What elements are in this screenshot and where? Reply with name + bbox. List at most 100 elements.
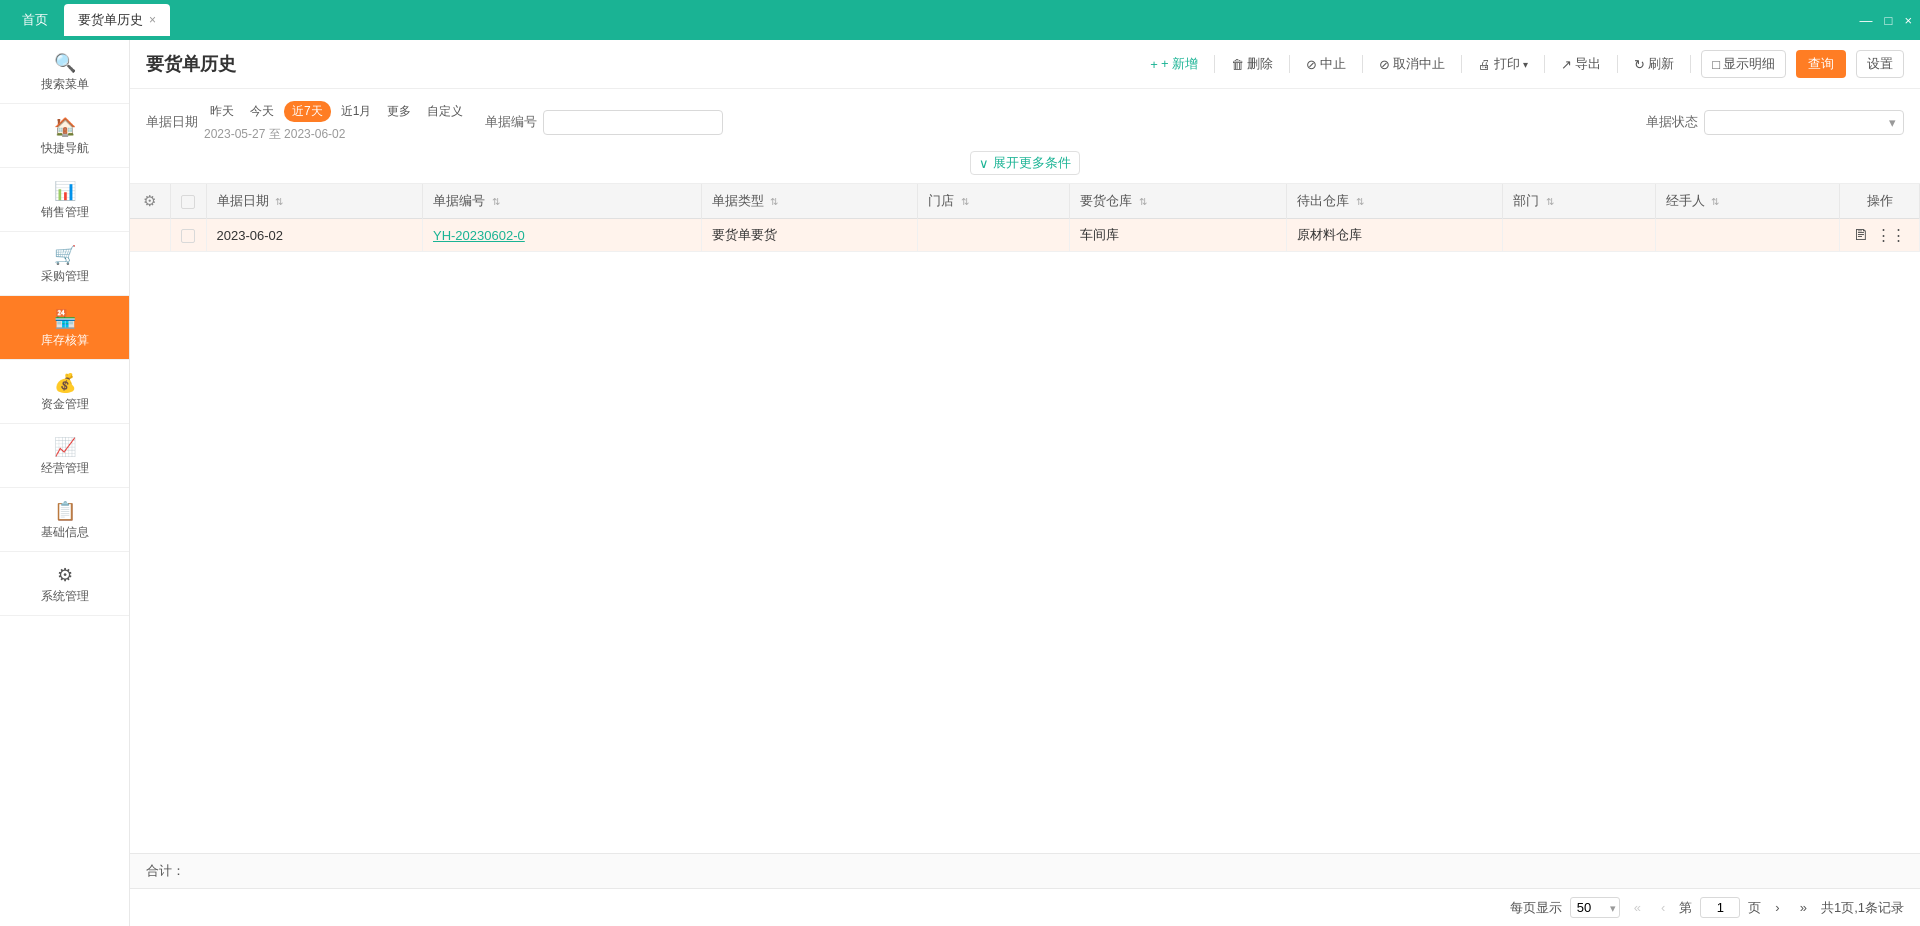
tab-close-icon[interactable]: × — [149, 13, 156, 27]
sidebar-item-purchase-label: 采购管理 — [41, 268, 89, 285]
sort-doc-type-icon[interactable]: ⇅ — [770, 196, 778, 207]
sidebar-item-operations[interactable]: 📈 经营管理 — [0, 424, 129, 488]
divider-6 — [1617, 55, 1618, 73]
sidebar-item-inventory-label: 库存核算 — [41, 332, 89, 349]
tab-bar-right-controls: — □ × — [1860, 13, 1912, 28]
date-btn-today[interactable]: 今天 — [244, 101, 280, 122]
table-row: 2023-06-02 YH-20230602-0 要货单要货 车间库 原材料仓库… — [130, 219, 1920, 252]
purchase-icon: 🛒 — [54, 246, 76, 264]
divider-1 — [1214, 55, 1215, 73]
sort-doc-no-icon[interactable]: ⇅ — [492, 196, 500, 207]
main-layout: 🔍 搜索菜单 🏠 快捷导航 📊 销售管理 🛒 采购管理 🏪 库存核算 💰 资金管… — [0, 40, 1920, 926]
stop-button[interactable]: ⊘ 中止 — [1300, 51, 1352, 77]
sidebar-item-purchase[interactable]: 🛒 采购管理 — [0, 232, 129, 296]
new-btn-label: + 新增 — [1161, 55, 1198, 73]
sidebar-item-finance[interactable]: 💰 资金管理 — [0, 360, 129, 424]
sidebar-item-basic-info-label: 基础信息 — [41, 524, 89, 541]
next-page-btn[interactable]: › — [1769, 898, 1785, 917]
docno-filter-group: 单据编号 — [485, 110, 723, 135]
column-settings-icon[interactable]: ⚙ — [143, 192, 156, 209]
row-checkbox[interactable] — [181, 229, 195, 243]
date-btn-custom[interactable]: 自定义 — [421, 101, 469, 122]
row-checkbox-cell — [170, 219, 206, 252]
prev-page-btn[interactable]: ‹ — [1655, 898, 1671, 917]
date-btn-1month[interactable]: 近1月 — [335, 101, 378, 122]
print-icon: 🖨 — [1478, 57, 1491, 72]
date-btn-7days[interactable]: 近7天 — [284, 101, 331, 122]
divider-3 — [1362, 55, 1363, 73]
sidebar-item-sales[interactable]: 📊 销售管理 — [0, 168, 129, 232]
total-info: 共1页,1条记录 — [1821, 899, 1904, 917]
first-page-btn[interactable]: « — [1628, 898, 1647, 917]
print-btn-label: 打印 — [1494, 55, 1520, 73]
new-button[interactable]: + + 新增 — [1144, 51, 1204, 77]
display-detail-button[interactable]: □ 显示明细 — [1701, 50, 1786, 78]
col-store-header: 门店 ⇅ — [918, 184, 1070, 219]
row-doc-no: YH-20230602-0 — [422, 219, 701, 252]
expand-btn-label: 展开更多条件 — [993, 154, 1071, 172]
system-icon: ⚙ — [57, 566, 73, 584]
select-all-checkbox[interactable] — [181, 195, 195, 209]
sidebar-item-system[interactable]: ⚙ 系统管理 — [0, 552, 129, 616]
sidebar: 🔍 搜索菜单 🏠 快捷导航 📊 销售管理 🛒 采购管理 🏪 库存核算 💰 资金管… — [0, 40, 130, 926]
sort-doc-date-icon[interactable]: ⇅ — [275, 196, 283, 207]
inventory-icon: 🏪 — [54, 310, 76, 328]
tab-active[interactable]: 要货单历史 × — [64, 4, 170, 36]
new-icon: + — [1150, 57, 1158, 72]
display-detail-checkbox: □ — [1712, 57, 1720, 72]
tab-home[interactable]: 首页 — [8, 4, 62, 36]
sort-handler-icon[interactable]: ⇅ — [1711, 196, 1719, 207]
date-btn-yesterday[interactable]: 昨天 — [204, 101, 240, 122]
row-doc-date: 2023-06-02 — [206, 219, 422, 252]
date-range-display: 2023-05-27 至 2023-06-02 — [204, 126, 469, 143]
row-more-icon[interactable]: ⋮⋮ — [1876, 226, 1906, 243]
maximize-icon[interactable]: □ — [1885, 13, 1893, 28]
date-btns-wrapper: 昨天 今天 近7天 近1月 更多 自定义 2023-05-27 至 2023-0… — [204, 101, 469, 143]
export-icon: ↗ — [1561, 57, 1572, 72]
divider-5 — [1544, 55, 1545, 73]
sidebar-item-operations-label: 经营管理 — [41, 460, 89, 477]
row-actions-cell: 🖹 ⋮⋮ — [1840, 219, 1920, 252]
basic-info-icon: 📋 — [54, 502, 76, 520]
row-doc-no-link[interactable]: YH-20230602-0 — [433, 228, 525, 243]
divider-2 — [1289, 55, 1290, 73]
content-area: 要货单历史 + + 新增 🗑 删除 ⊘ 中止 ⊘ — [130, 40, 1920, 926]
docno-filter-input[interactable] — [543, 110, 723, 135]
row-pending-warehouse: 原材料仓库 — [1286, 219, 1502, 252]
row-view-icon[interactable]: 🖹 — [1853, 226, 1868, 243]
stop-icon: ⊘ — [1306, 57, 1317, 72]
sidebar-item-system-label: 系统管理 — [41, 588, 89, 605]
date-btn-more[interactable]: 更多 — [381, 101, 417, 122]
sidebar-item-basic-info[interactable]: 📋 基础信息 — [0, 488, 129, 552]
col-doc-date-header: 单据日期 ⇅ — [206, 184, 422, 219]
sidebar-item-search-menu[interactable]: 🔍 搜索菜单 — [0, 40, 129, 104]
print-button[interactable]: 🖨 打印 ▾ — [1472, 51, 1534, 77]
sort-req-warehouse-icon[interactable]: ⇅ — [1139, 196, 1147, 207]
refresh-button[interactable]: ↻ 刷新 — [1628, 51, 1680, 77]
sort-pending-warehouse-icon[interactable]: ⇅ — [1356, 196, 1364, 207]
cancel-stop-button[interactable]: ⊘ 取消中止 — [1373, 51, 1451, 77]
minimize-icon[interactable]: — — [1860, 13, 1873, 28]
docno-filter-label: 单据编号 — [485, 113, 537, 131]
last-page-btn[interactable]: » — [1794, 898, 1813, 917]
stop-btn-label: 中止 — [1320, 55, 1346, 73]
window-close-icon[interactable]: × — [1904, 13, 1912, 28]
per-page-select[interactable]: 50 100 200 — [1570, 897, 1620, 918]
sort-department-icon[interactable]: ⇅ — [1546, 196, 1554, 207]
sort-store-icon[interactable]: ⇅ — [961, 196, 969, 207]
status-select[interactable] — [1704, 110, 1904, 135]
export-button[interactable]: ↗ 导出 — [1555, 51, 1607, 77]
col-department-header: 部门 ⇅ — [1503, 184, 1655, 219]
expand-more-button[interactable]: ∨ 展开更多条件 — [970, 151, 1080, 175]
settings-button[interactable]: 设置 — [1856, 50, 1904, 78]
query-button[interactable]: 查询 — [1796, 50, 1846, 78]
sidebar-item-quick-nav[interactable]: 🏠 快捷导航 — [0, 104, 129, 168]
sidebar-item-inventory[interactable]: 🏪 库存核算 — [0, 296, 129, 360]
table-body: 2023-06-02 YH-20230602-0 要货单要货 车间库 原材料仓库… — [130, 219, 1920, 252]
current-page-input[interactable] — [1700, 897, 1740, 918]
operations-icon: 📈 — [54, 438, 76, 456]
delete-button[interactable]: 🗑 删除 — [1225, 51, 1279, 77]
col-checkbox-header — [170, 184, 206, 219]
table-area: ⚙ 单据日期 ⇅ 单据编号 ⇅ — [130, 184, 1920, 853]
refresh-icon: ↻ — [1634, 57, 1645, 72]
